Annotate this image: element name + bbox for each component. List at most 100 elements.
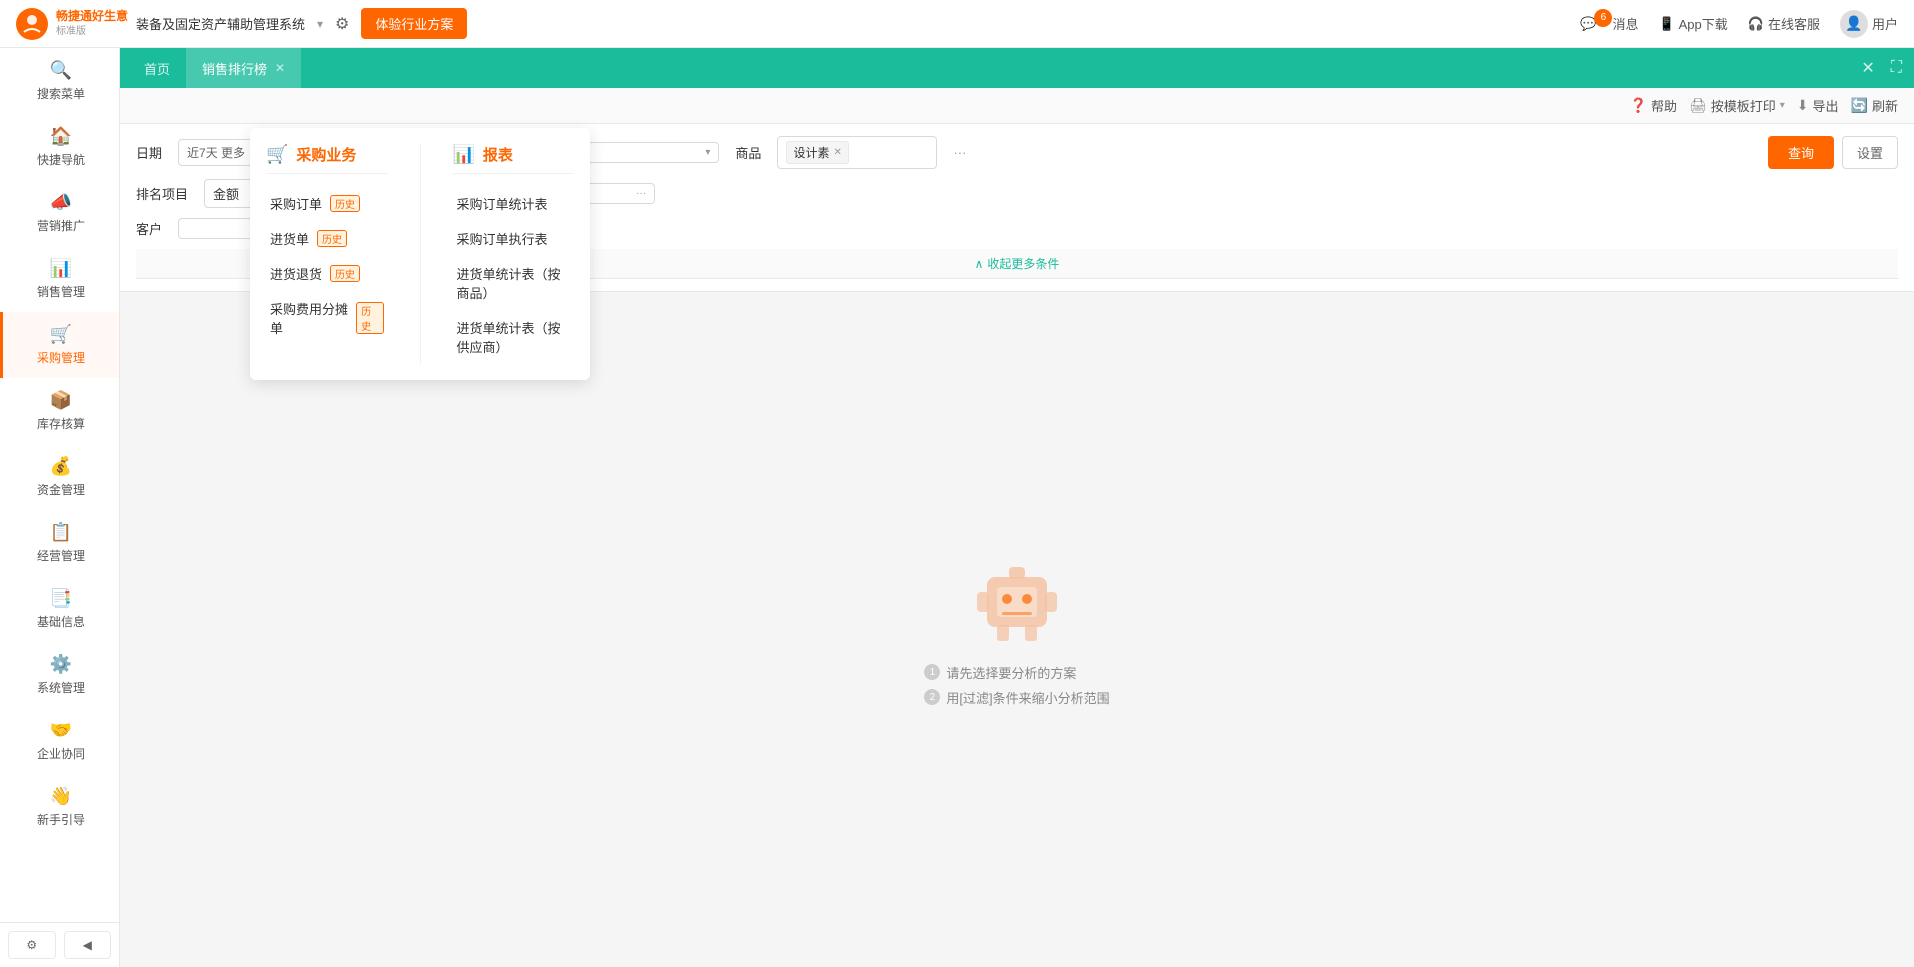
top-header: 畅捷通好生意 标准版 装备及固定资产辅助管理系统 ▾ ⚙ 体验行业方案 💬 6 … bbox=[0, 0, 1914, 48]
sidebar-item-system[interactable]: ⚙️ 系统管理 bbox=[0, 642, 119, 708]
logo-line1: 畅捷通好生意 bbox=[56, 9, 128, 25]
goods-tag: 设计素 ✕ bbox=[786, 141, 848, 164]
phone-icon: 📱 bbox=[1658, 16, 1674, 32]
notification-badge: 6 bbox=[1594, 9, 1612, 27]
sidebar-footer: ⚙ ◀ bbox=[0, 922, 119, 967]
user-label: 用户 bbox=[1872, 14, 1898, 33]
sidebar-label-system: 系统管理 bbox=[37, 679, 85, 696]
reports-title: 报表 bbox=[483, 144, 513, 165]
search-icon: 🔍 bbox=[50, 60, 72, 81]
sidebar-item-newbie[interactable]: 👋 新手引导 bbox=[0, 774, 119, 840]
empty-tips: 1 请先选择要分析的方案 2 用[过滤]条件来缩小分析范围 bbox=[924, 663, 1109, 713]
help-action[interactable]: ❓ 帮助 bbox=[1630, 96, 1677, 115]
goods-tag-text: 设计素 bbox=[793, 144, 829, 161]
notification-action[interactable]: 💬 6 消息 bbox=[1580, 14, 1638, 33]
tab-close-icon[interactable]: ✕ bbox=[275, 61, 285, 75]
tip-num-1: 1 bbox=[924, 664, 940, 680]
app-download-action[interactable]: 📱 App下载 bbox=[1658, 14, 1727, 33]
tab-home-label: 首页 bbox=[144, 59, 170, 78]
sidebar-label-marketing: 营销推广 bbox=[37, 217, 85, 234]
menu-item-order-exec[interactable]: 采购订单执行表 bbox=[453, 221, 575, 256]
tab-home[interactable]: 首页 bbox=[128, 48, 186, 88]
settings-button[interactable]: 设置 bbox=[1842, 136, 1898, 169]
sidebar-collapse-button[interactable]: ◀ bbox=[64, 931, 112, 959]
menu-item-purchase-receipt[interactable]: 进货单 历史 bbox=[266, 221, 388, 256]
sidebar-label-enterprise: 企业协同 bbox=[37, 745, 85, 762]
tab-sales-rank[interactable]: 销售排行榜 ✕ bbox=[186, 48, 301, 88]
goods-ellipsis[interactable]: ··· bbox=[953, 145, 966, 160]
menu-item-purchase-expense[interactable]: 采购费用分摊单 历史 bbox=[266, 291, 388, 345]
tab-close-all-button[interactable]: ✕ bbox=[1857, 54, 1878, 82]
print-label: 按模板打印 bbox=[1711, 96, 1776, 115]
industry-button[interactable]: 体验行业方案 bbox=[361, 8, 467, 39]
export-label: 导出 bbox=[1813, 96, 1839, 115]
system-dropdown-arrow[interactable]: ▾ bbox=[317, 17, 323, 31]
export-icon: ⬇ bbox=[1797, 97, 1809, 114]
print-dropdown-icon[interactable]: ▾ bbox=[1780, 100, 1785, 111]
purchase-business-column: 🛒 采购业务 采购订单 历史 进货单 历史 进货退货 历史 bbox=[266, 144, 388, 364]
menu-item-purchase-order[interactable]: 采购订单 历史 bbox=[266, 186, 388, 221]
menu-item-receipt-stats-goods[interactable]: 进货单统计表（按商品） bbox=[453, 256, 575, 310]
online-service-label: 在线客服 bbox=[1768, 14, 1820, 33]
print-icon: 🖨 bbox=[1689, 97, 1707, 114]
user-action[interactable]: 👤 用户 bbox=[1840, 10, 1898, 38]
goods-tag-close[interactable]: ✕ bbox=[833, 147, 841, 158]
home-icon: 🏠 bbox=[50, 126, 72, 147]
sidebar-item-inventory[interactable]: 📦 库存核算 bbox=[0, 378, 119, 444]
sidebar-item-sales[interactable]: 📊 销售管理 bbox=[0, 246, 119, 312]
money-icon: 💰 bbox=[50, 456, 72, 477]
salesperson-ellipsis: ··· bbox=[636, 188, 646, 199]
tab-sales-rank-label: 销售排行榜 bbox=[202, 59, 267, 78]
export-action[interactable]: ⬇ 导出 bbox=[1797, 96, 1839, 115]
sidebar-label-search: 搜索菜单 bbox=[37, 85, 85, 102]
menu-item-receipt-stats-supplier[interactable]: 进货单统计表（按供应商） bbox=[453, 310, 575, 364]
reports-header-icon: 📊 bbox=[453, 144, 475, 165]
sidebar-settings-button[interactable]: ⚙ bbox=[8, 931, 56, 959]
toolbar: ❓ 帮助 🖨 按模板打印 ▾ ⬇ 导出 🔄 刷新 bbox=[120, 88, 1914, 124]
print-action[interactable]: 🖨 按模板打印 ▾ bbox=[1689, 96, 1785, 115]
header-right: 💬 6 消息 📱 App下载 🎧 在线客服 👤 用户 bbox=[1580, 10, 1898, 38]
menu-item-order-stats[interactable]: 采购订单统计表 bbox=[453, 186, 575, 221]
sidebar-label-sales: 销售管理 bbox=[37, 283, 85, 300]
refresh-icon: 🔄 bbox=[1851, 97, 1868, 114]
menu-item-order-stats-label: 采购订单统计表 bbox=[457, 194, 548, 213]
logo-area: 畅捷通好生意 标准版 bbox=[16, 8, 136, 40]
sidebar-item-enterprise[interactable]: 🤝 企业协同 bbox=[0, 708, 119, 774]
tip-num-2: 2 bbox=[924, 689, 940, 705]
tip-text-2: 用[过滤]条件来缩小分析范围 bbox=[946, 688, 1109, 707]
sidebar-item-finance[interactable]: 💰 资金管理 bbox=[0, 444, 119, 510]
system-settings-icon[interactable]: ⚙ bbox=[335, 14, 349, 34]
sidebar-item-quicknav[interactable]: 🏠 快捷导航 bbox=[0, 114, 119, 180]
history-badge-expense: 历史 bbox=[356, 302, 383, 334]
sidebar-item-search[interactable]: 🔍 搜索菜单 bbox=[0, 48, 119, 114]
purchase-dropdown-menu: 🛒 采购业务 采购订单 历史 进货单 历史 进货退货 历史 bbox=[250, 128, 590, 380]
collapse-icon: ∧ bbox=[975, 257, 984, 271]
sidebar-item-purchase[interactable]: 🛒 采购管理 bbox=[0, 312, 119, 378]
reports-column: 📊 报表 采购订单统计表 采购订单执行表 进货单统计表（按商品） 进货单统计表（… bbox=[453, 144, 575, 364]
goods-control[interactable]: 设计素 ✕ bbox=[777, 136, 937, 169]
purchase-business-header: 🛒 采购业务 bbox=[266, 144, 388, 174]
menu-divider bbox=[420, 144, 421, 364]
document-icon: 📑 bbox=[50, 588, 72, 609]
help-icon: ❓ bbox=[1630, 97, 1647, 114]
customer-label: 客户 bbox=[136, 219, 162, 238]
system-name: 装备及固定资产辅助管理系统 bbox=[136, 14, 305, 33]
menu-item-return-label: 进货退货 bbox=[270, 264, 322, 283]
handshake-icon: 🤝 bbox=[50, 720, 72, 741]
refresh-action[interactable]: 🔄 刷新 bbox=[1851, 96, 1898, 115]
menu-item-order-exec-label: 采购订单执行表 bbox=[457, 229, 548, 248]
query-button[interactable]: 查询 bbox=[1768, 136, 1834, 169]
sidebar-label-finance: 资金管理 bbox=[37, 481, 85, 498]
online-service-action[interactable]: 🎧 在线客服 bbox=[1748, 14, 1820, 33]
menu-item-purchase-return[interactable]: 进货退货 历史 bbox=[266, 256, 388, 291]
sidebar-label-newbie: 新手引导 bbox=[37, 811, 85, 828]
tab-bar-actions: ✕ ⛶ bbox=[1857, 54, 1906, 82]
cart-icon: 🛒 bbox=[50, 324, 72, 345]
sidebar-item-basic-info[interactable]: 📑 基础信息 bbox=[0, 576, 119, 642]
menu-item-expense-label: 采购费用分摊单 bbox=[270, 299, 348, 337]
tab-maximize-button[interactable]: ⛶ bbox=[1887, 55, 1906, 81]
sidebar-item-marketing[interactable]: 📣 营销推广 bbox=[0, 180, 119, 246]
app-download-label: App下载 bbox=[1679, 14, 1728, 33]
history-badge-return: 历史 bbox=[330, 265, 360, 282]
sidebar-item-operations[interactable]: 📋 经营管理 bbox=[0, 510, 119, 576]
